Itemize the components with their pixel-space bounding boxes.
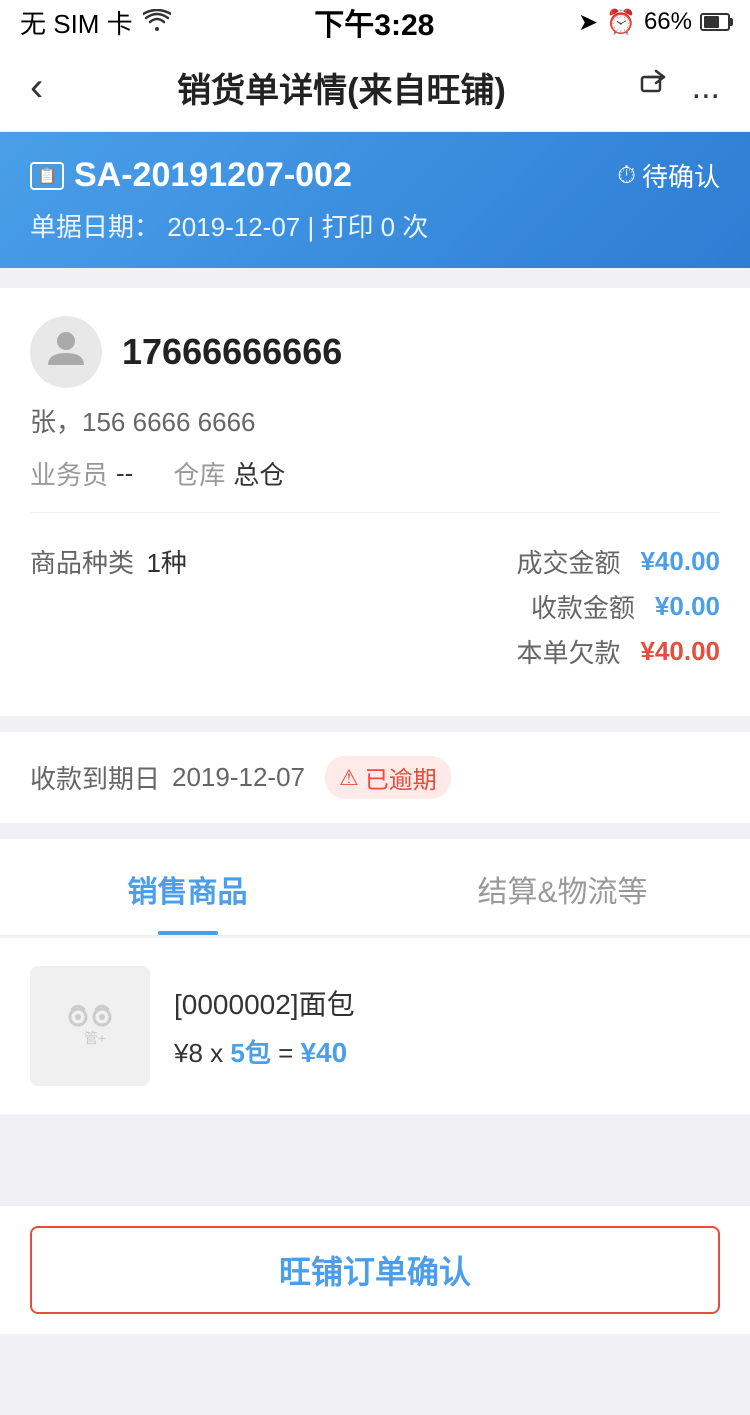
salesperson-value: -- xyxy=(116,458,133,489)
alarm-icon: ⏰ xyxy=(606,8,636,37)
customer-meta: 业务员 -- 仓库 总仓 xyxy=(30,455,720,492)
status-time: 下午3:28 xyxy=(314,0,434,44)
back-button[interactable]: ‹ xyxy=(30,65,43,110)
more-button[interactable]: ... xyxy=(692,68,720,107)
category-label: 商品种类 xyxy=(30,548,134,578)
product-name: [0000002]面包 xyxy=(174,983,720,1023)
battery-icon xyxy=(700,13,730,31)
customer-phone: 17666666666 xyxy=(122,331,342,373)
nav-bar: ‹ 销货单详情(来自旺铺) ... xyxy=(0,44,750,132)
due-date-card: 收款到期日 2019-12-07 ⚠ 已逾期 xyxy=(0,732,750,823)
debt-amount: 本单欠款 ¥40.00 xyxy=(516,633,720,670)
nav-actions: ... xyxy=(640,67,720,108)
overdue-badge: ⚠ 已逾期 xyxy=(325,756,451,799)
customer-name: 张，156 6666 6666 xyxy=(30,402,720,439)
svg-text:管+: 管+ xyxy=(84,1030,106,1046)
order-type-icon: 📋 xyxy=(30,162,64,190)
payment-amount: 收款金额 ¥0.00 xyxy=(516,588,720,625)
page-title: 销货单详情(来自旺铺) xyxy=(177,63,506,112)
confirm-order-button[interactable]: 旺铺订单确认 xyxy=(30,1226,720,1314)
tab-sales-products[interactable]: 销售商品 xyxy=(0,839,375,935)
salesperson-label: 业务员 xyxy=(30,455,108,492)
status-bar: 无 SIM 卡 下午3:28 ➤ ⏰ 66% xyxy=(0,0,750,44)
user-icon xyxy=(44,325,88,379)
order-number: 📋 SA-20191207-002 xyxy=(30,156,352,195)
warehouse-label: 仓库 xyxy=(173,455,225,492)
debt-label: 本单欠款 xyxy=(516,633,620,670)
clock-icon: ⏱ xyxy=(617,162,636,190)
salesperson-meta: 业务员 -- xyxy=(30,455,133,492)
customer-info-card: 17666666666 张，156 6666 6666 业务员 -- 仓库 总仓… xyxy=(0,288,750,716)
product-thumbnail: 管+ xyxy=(30,966,150,1086)
status-right: ➤ ⏰ 66% xyxy=(578,8,730,37)
warehouse-meta: 仓库 总仓 xyxy=(173,455,285,492)
carrier-label: 无 SIM 卡 xyxy=(20,4,133,41)
tab-settlement[interactable]: 结算&物流等 xyxy=(375,839,750,935)
wifi-icon xyxy=(143,7,171,38)
product-item: 管+ [0000002]面包 ¥8 x 5包 = ¥40 xyxy=(0,938,750,1115)
overdue-label: 已逾期 xyxy=(365,760,437,795)
product-logo-icon: 管+ xyxy=(60,997,120,1056)
debt-value: ¥40.00 xyxy=(640,636,720,667)
order-header-card: 📋 SA-20191207-002 ⏱ 待确认 单据日期： 2019-12-07… xyxy=(0,132,750,268)
warning-icon: ⚠ xyxy=(339,765,359,791)
price-total: ¥40 xyxy=(300,1037,347,1068)
battery-percent: 66% xyxy=(644,8,692,36)
price-qty: 5包 xyxy=(230,1038,270,1068)
bottom-bar: 旺铺订单确认 xyxy=(0,1205,750,1334)
order-status: ⏱ 待确认 xyxy=(617,157,720,194)
product-logo: 管+ xyxy=(60,997,120,1056)
payment-value: ¥0.00 xyxy=(655,591,720,622)
category-value: 1种 xyxy=(146,548,186,578)
payment-label: 收款金额 xyxy=(531,588,635,625)
customer-row: 17666666666 xyxy=(30,316,720,388)
divider xyxy=(30,512,720,513)
transaction-label: 成交金额 xyxy=(516,543,620,580)
avatar xyxy=(30,316,102,388)
category-summary: 商品种类 1种 xyxy=(30,543,187,580)
product-price: ¥8 x 5包 = ¥40 xyxy=(174,1033,720,1070)
order-date-row: 单据日期： 2019-12-07 | 打印 0 次 xyxy=(30,207,720,244)
due-date-value: 2019-12-07 xyxy=(172,762,305,793)
product-section: 管+ [0000002]面包 ¥8 x 5包 = ¥40 xyxy=(0,938,750,1115)
location-icon: ➤ xyxy=(578,8,598,37)
price-unit: ¥8 x xyxy=(174,1038,230,1068)
warehouse-value: 总仓 xyxy=(233,455,285,492)
summary-row: 商品种类 1种 成交金额 ¥40.00 收款金额 ¥0.00 本单欠款 ¥40.… xyxy=(30,533,720,688)
transaction-value: ¥40.00 xyxy=(640,546,720,577)
tabs-container: 销售商品 结算&物流等 xyxy=(0,839,750,936)
due-date-label: 收款到期日 xyxy=(30,759,160,796)
amounts-summary: 成交金额 ¥40.00 收款金额 ¥0.00 本单欠款 ¥40.00 xyxy=(516,543,720,678)
status-left: 无 SIM 卡 xyxy=(20,4,171,41)
share-button[interactable] xyxy=(640,67,672,108)
transaction-amount: 成交金额 ¥40.00 xyxy=(516,543,720,580)
product-info: [0000002]面包 ¥8 x 5包 = ¥40 xyxy=(174,983,720,1070)
